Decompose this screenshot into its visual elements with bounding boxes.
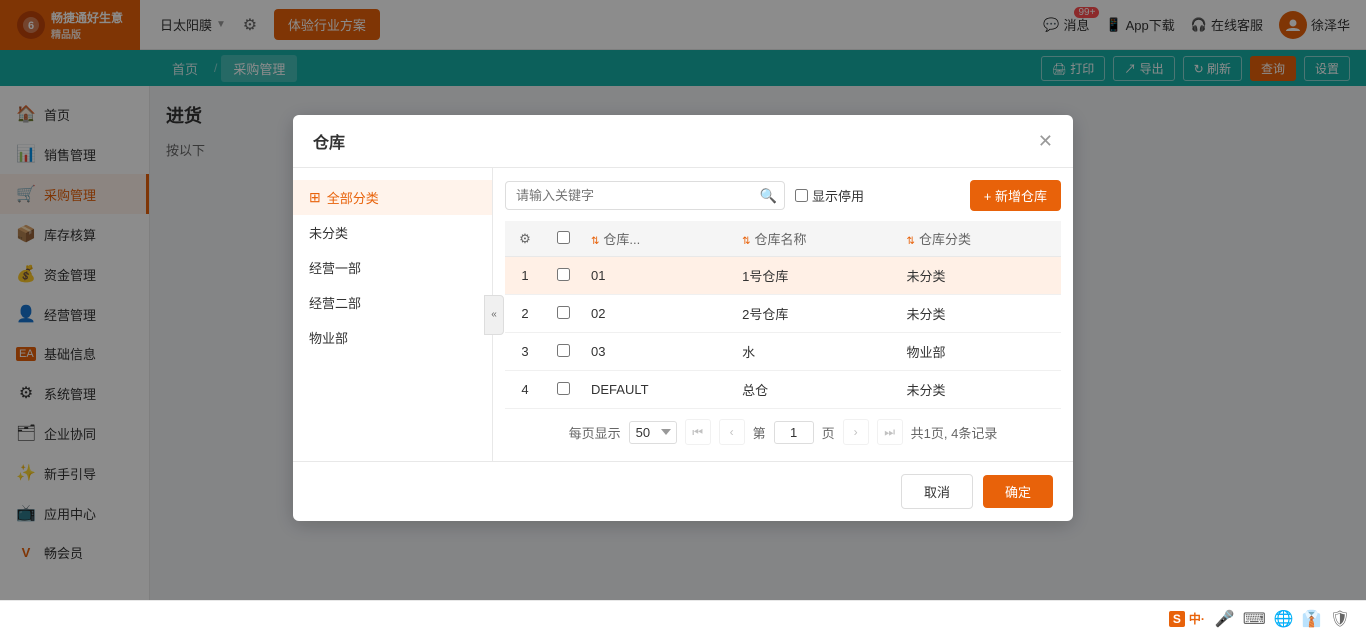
confirm-button[interactable]: 确定	[983, 475, 1053, 508]
tree-item-all[interactable]: ⊞ 全部分类	[293, 180, 492, 215]
row-4-code: DEFAULT	[581, 371, 732, 409]
status-brand-text: 中·	[1189, 610, 1205, 627]
row-2-category: 未分类	[897, 295, 1061, 333]
modal-body: ⊞ 全部分类 未分类 经营一部 经营二部 物业部 «	[293, 168, 1073, 461]
shield-icon: 🛡	[1330, 609, 1350, 629]
status-icons: 🎤 ⌨ 🌐 👔 🛡	[1215, 609, 1350, 629]
row-4-index: 4	[505, 371, 545, 409]
table-header-row: ⚙ ⇅仓库... ⇅仓库名称 ⇅仓库分类	[505, 221, 1061, 257]
page-prev-btn[interactable]: ‹	[719, 419, 745, 445]
table-row[interactable]: 3 03 水 物业部	[505, 333, 1061, 371]
pagination: 每页显示 50 100 200 ⏮ ‹ 第 页 › ⏭ 共1页, 4条记录	[505, 409, 1061, 449]
status-bar: S 中· 🎤 ⌨ 🌐 👔 🛡	[0, 600, 1366, 636]
row-2-code: 02	[581, 295, 732, 333]
sort-cat-icon: ⇅	[907, 236, 915, 247]
cancel-button[interactable]: 取消	[901, 474, 973, 509]
col-category: ⇅仓库分类	[897, 221, 1061, 257]
page-size-label: 每页显示	[569, 423, 621, 442]
row-3-category: 物业部	[897, 333, 1061, 371]
page-unit: 页	[822, 423, 835, 442]
row-2-check[interactable]	[545, 295, 581, 333]
row-4-check[interactable]	[545, 371, 581, 409]
row-4-category: 未分类	[897, 371, 1061, 409]
row-1-check[interactable]	[545, 257, 581, 295]
col-name: ⇅仓库名称	[732, 221, 896, 257]
show-disabled-label: 显示停用	[795, 186, 864, 205]
page-size-select[interactable]: 50 100 200	[629, 421, 677, 444]
show-disabled-text: 显示停用	[812, 186, 864, 205]
search-wrap: 🔍	[505, 181, 785, 210]
row-3-check[interactable]	[545, 333, 581, 371]
tree-item-uncat[interactable]: 未分类	[293, 215, 492, 250]
select-all-checkbox[interactable]	[557, 231, 570, 244]
page-label: 第	[753, 423, 766, 442]
col-gear-icon: ⚙	[519, 231, 531, 246]
col-code: ⇅仓库...	[581, 221, 732, 257]
table-toolbar: 🔍 显示停用 + 新增仓库	[505, 180, 1061, 211]
search-input[interactable]	[505, 181, 785, 210]
sort-code-icon: ⇅	[591, 236, 599, 247]
page-total-info: 共1页, 4条记录	[911, 423, 998, 442]
search-icon[interactable]: 🔍	[760, 187, 777, 204]
sort-name-icon: ⇅	[742, 236, 750, 247]
table-body: 1 01 1号仓库 未分类 2 02 2号仓库	[505, 257, 1061, 409]
row-1-code: 01	[581, 257, 732, 295]
row-1-index: 1	[505, 257, 545, 295]
page-first-btn[interactable]: ⏮	[685, 419, 711, 445]
tree-label-dept1: 经营一部	[309, 258, 361, 277]
table-wrapper: ⚙ ⇅仓库... ⇅仓库名称 ⇅仓库分类 1 01	[505, 221, 1061, 409]
row-3-code: 03	[581, 333, 732, 371]
page-last-btn[interactable]: ⏭	[877, 419, 903, 445]
tree-item-dept1[interactable]: 经营一部	[293, 250, 492, 285]
mic-icon: 🎤	[1215, 609, 1235, 629]
modal-footer: 取消 确定	[293, 461, 1073, 521]
keyboard-icon: ⌨	[1243, 609, 1266, 629]
translate-icon: 🌐	[1274, 609, 1294, 629]
row-4-name: 总仓	[732, 371, 896, 409]
warehouse-table: ⚙ ⇅仓库... ⇅仓库名称 ⇅仓库分类 1 01	[505, 221, 1061, 409]
row-3-name: 水	[732, 333, 896, 371]
page-next-btn[interactable]: ›	[843, 419, 869, 445]
tree-item-property[interactable]: 物业部	[293, 320, 492, 355]
category-tree-panel: ⊞ 全部分类 未分类 经营一部 经营二部 物业部 «	[293, 168, 493, 461]
warehouse-modal: 仓库 ✕ ⊞ 全部分类 未分类 经营一部 经营二部	[293, 115, 1073, 521]
tree-label-dept2: 经营二部	[309, 293, 361, 312]
add-warehouse-button[interactable]: + 新增仓库	[970, 180, 1061, 211]
page-number-input[interactable]	[774, 421, 814, 444]
row-1-category: 未分类	[897, 257, 1061, 295]
s-icon: S	[1169, 611, 1185, 627]
table-panel: 🔍 显示停用 + 新增仓库 ⚙	[493, 168, 1073, 461]
status-brand: S 中·	[1169, 610, 1205, 627]
modal-close-button[interactable]: ✕	[1038, 132, 1053, 150]
tree-label-uncat: 未分类	[309, 223, 348, 242]
tree-collapse-button[interactable]: «	[484, 295, 504, 335]
shirt-icon: 👔	[1302, 609, 1322, 629]
tree-label-property: 物业部	[309, 328, 348, 347]
row-1-name: 1号仓库	[732, 257, 896, 295]
modal-overlay: 仓库 ✕ ⊞ 全部分类 未分类 经营一部 经营二部	[0, 0, 1366, 636]
row-3-index: 3	[505, 333, 545, 371]
table-row[interactable]: 2 02 2号仓库 未分类	[505, 295, 1061, 333]
modal-title: 仓库	[313, 129, 345, 153]
tree-item-dept2[interactable]: 经营二部	[293, 285, 492, 320]
row-2-index: 2	[505, 295, 545, 333]
modal-header: 仓库 ✕	[293, 115, 1073, 168]
show-disabled-checkbox[interactable]	[795, 189, 808, 202]
table-head: ⚙ ⇅仓库... ⇅仓库名称 ⇅仓库分类	[505, 221, 1061, 257]
col-gear: ⚙	[505, 221, 545, 257]
table-row[interactable]: 4 DEFAULT 总仓 未分类	[505, 371, 1061, 409]
grid-icon: ⊞	[309, 189, 321, 206]
tree-all-label: 全部分类	[327, 188, 379, 207]
row-2-name: 2号仓库	[732, 295, 896, 333]
table-row[interactable]: 1 01 1号仓库 未分类	[505, 257, 1061, 295]
col-check	[545, 221, 581, 257]
